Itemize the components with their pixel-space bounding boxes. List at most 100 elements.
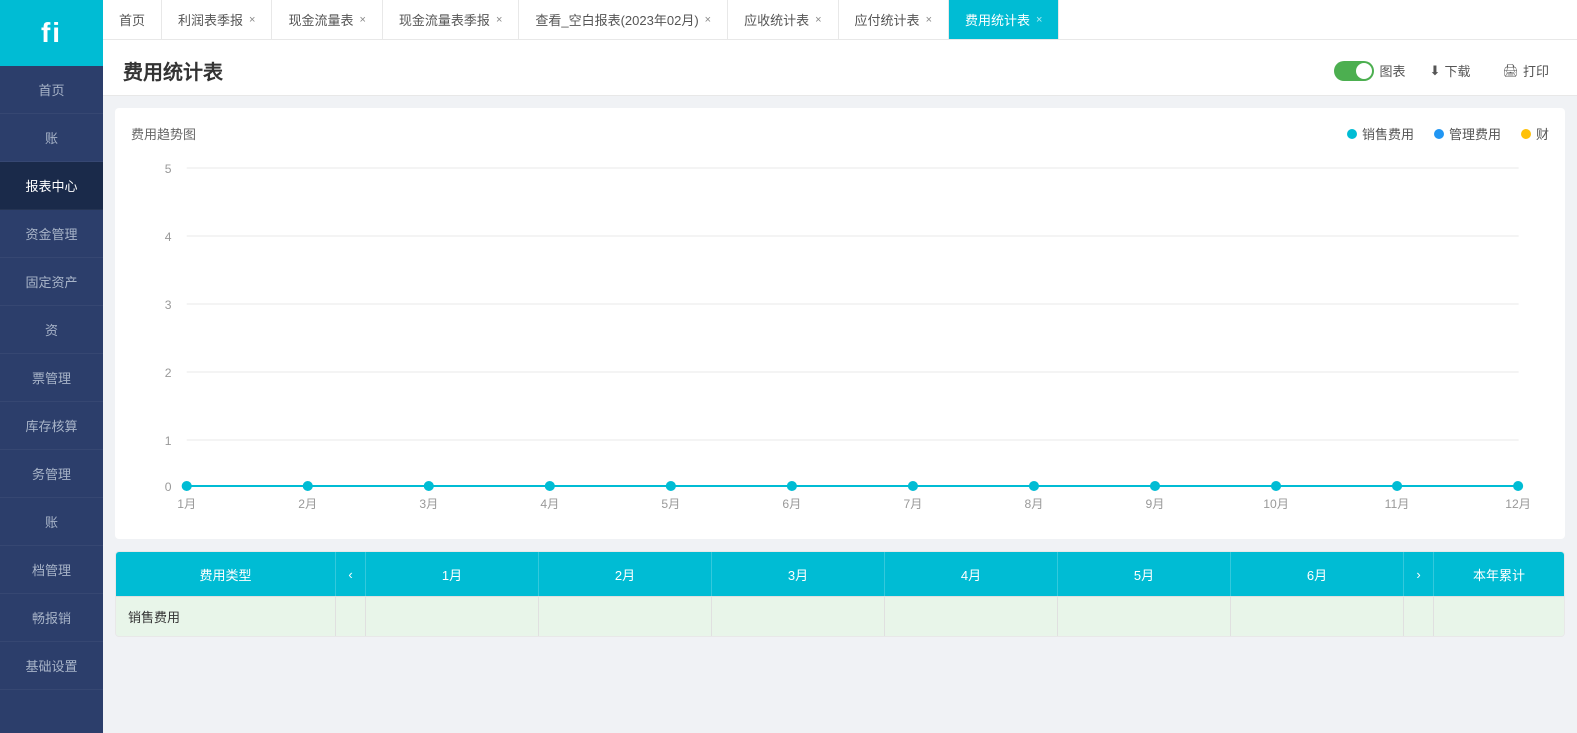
tab-cash-flow-label: 现金流量表 (288, 10, 353, 29)
tab-blank-report[interactable]: 查看_空白报表(2023年02月) × (519, 0, 728, 40)
print-button[interactable]: 🖨 打印 (1494, 57, 1557, 84)
th-total-label: 本年累计 (1473, 565, 1525, 584)
th-month-2: 2月 (539, 552, 712, 596)
chart-toggle-wrap: 图表 (1334, 61, 1406, 81)
tab-profit-q[interactable]: 利润表季报 × (162, 0, 272, 40)
svg-text:8月: 8月 (1025, 497, 1044, 511)
svg-text:5月: 5月 (661, 497, 680, 511)
td-total-0 (1434, 597, 1564, 636)
svg-text:4: 4 (165, 230, 172, 244)
print-label: 打印 (1523, 61, 1549, 80)
svg-text:2: 2 (165, 366, 172, 380)
th-month-1-label: 1月 (442, 565, 462, 584)
sidebar-item-report-center[interactable]: 报表中心 (0, 162, 103, 210)
td-type-0: 销售费用 (116, 597, 336, 636)
th-type: 费用类型 (116, 552, 336, 596)
download-button[interactable]: ⬇ 下载 (1422, 57, 1479, 84)
svg-text:11月: 11月 (1385, 497, 1410, 511)
sidebar-item-inventory[interactable]: 库存核算 (0, 402, 103, 450)
td-type-0-label: 销售费用 (128, 607, 180, 626)
td-month-0-1 (366, 597, 539, 636)
th-month-2-label: 2月 (615, 565, 635, 584)
tab-home-label: 首页 (119, 10, 145, 29)
chart-svg: 5 4 3 2 1 0 (131, 153, 1549, 523)
sidebar-item-account[interactable]: 账 (0, 114, 103, 162)
sidebar-item-invoice-mgmt[interactable]: 票管理 (0, 354, 103, 402)
sidebar-item-fund-mgmt[interactable]: 资金管理 (0, 210, 103, 258)
page-header: 费用统计表 图表 ⬇ 下载 🖨 打印 (103, 40, 1577, 96)
tab-profit-q-label: 利润表季报 (178, 10, 243, 29)
legend-sales-dot (1347, 129, 1357, 139)
sidebar-item-file-mgmt[interactable]: 档管理 (0, 546, 103, 594)
tab-cash-flow-q[interactable]: 现金流量表季报 × (383, 0, 519, 40)
sidebar-item-ledger[interactable]: 账 (0, 498, 103, 546)
tab-cash-flow-close[interactable]: × (359, 14, 365, 26)
legend-sales-label: 销售费用 (1362, 124, 1414, 143)
th-month-6: 6月 (1231, 552, 1404, 596)
print-icon: 🖨 (1502, 63, 1519, 79)
tab-bar: 首页 利润表季报 × 现金流量表 × 现金流量表季报 × 查看_空白报表(202… (103, 0, 1577, 40)
sidebar-item-settings[interactable]: 基础设置 (0, 642, 103, 690)
sidebar-logo: fi (0, 0, 103, 66)
legend-mgmt-label: 管理费用 (1449, 124, 1501, 143)
th-total: 本年累计 (1434, 552, 1564, 596)
tab-receivable-label: 应收统计表 (744, 10, 809, 29)
page-title: 费用统计表 (123, 56, 223, 85)
table-header: 费用类型 ‹ 1月 2月 3月 4月 (116, 552, 1564, 596)
page-area: 费用统计表 图表 ⬇ 下载 🖨 打印 (103, 40, 1577, 733)
tab-cash-flow[interactable]: 现金流量表 × (272, 0, 382, 40)
tab-blank-report-label: 查看_空白报表(2023年02月) (535, 10, 698, 29)
svg-text:1月: 1月 (177, 497, 196, 511)
chart-legend: 销售费用 管理费用 财 (1347, 124, 1549, 143)
tab-payable-close[interactable]: × (926, 14, 932, 26)
tab-blank-report-close[interactable]: × (705, 14, 711, 26)
td-month-0-4 (885, 597, 1058, 636)
legend-mgmt-dot (1434, 129, 1444, 139)
tab-expense-stat-close[interactable]: × (1036, 14, 1042, 26)
sidebar-item-resource[interactable]: 资 (0, 306, 103, 354)
legend-sales: 销售费用 (1347, 124, 1414, 143)
th-month-5: 5月 (1058, 552, 1231, 596)
td-nav-prev-0 (336, 597, 366, 636)
tab-receivable[interactable]: 应收统计表 × (728, 0, 838, 40)
chart-container: 5 4 3 2 1 0 (131, 153, 1549, 523)
tab-cash-flow-q-close[interactable]: × (496, 14, 502, 26)
legend-mgmt: 管理费用 (1434, 124, 1501, 143)
tab-expense-stat[interactable]: 费用统计表 × (949, 0, 1059, 40)
page-actions: 图表 ⬇ 下载 🖨 打印 (1334, 57, 1557, 84)
tab-home[interactable]: 首页 (103, 0, 162, 40)
chart-toggle-label: 图表 (1380, 61, 1406, 80)
main-content: 首页 利润表季报 × 现金流量表 × 现金流量表季报 × 查看_空白报表(202… (103, 0, 1577, 733)
sidebar-item-home[interactable]: 首页 (0, 66, 103, 114)
chart-section: 费用趋势图 销售费用 管理费用 财 (115, 108, 1565, 539)
th-prev[interactable]: ‹ (336, 552, 366, 596)
legend-finance-dot (1521, 129, 1531, 139)
svg-text:0: 0 (165, 480, 172, 494)
tab-payable-label: 应付统计表 (855, 10, 920, 29)
svg-text:6月: 6月 (782, 497, 801, 511)
legend-finance: 财 (1521, 124, 1549, 143)
prev-icon[interactable]: ‹ (348, 567, 352, 582)
sidebar: fi 首页 账 报表中心 资金管理 固定资产 资 票管理 库存核算 务管理 账 … (0, 0, 103, 733)
sidebar-item-expense[interactable]: 畅报销 (0, 594, 103, 642)
chart-header: 费用趋势图 销售费用 管理费用 财 (131, 124, 1549, 143)
tab-profit-q-close[interactable]: × (249, 14, 255, 26)
th-month-1: 1月 (366, 552, 539, 596)
tab-receivable-close[interactable]: × (815, 14, 821, 26)
th-month-4-label: 4月 (961, 565, 981, 584)
sidebar-item-fixed-assets[interactable]: 固定资产 (0, 258, 103, 306)
sidebar-item-service-mgmt[interactable]: 务管理 (0, 450, 103, 498)
table-row: 销售费用 (116, 596, 1564, 636)
td-month-0-3 (712, 597, 885, 636)
download-label: 下载 (1444, 61, 1470, 80)
chart-toggle[interactable] (1334, 61, 1374, 81)
legend-finance-label: 财 (1536, 124, 1549, 143)
svg-text:2月: 2月 (298, 497, 317, 511)
th-month-5-label: 5月 (1134, 565, 1154, 584)
svg-text:3月: 3月 (419, 497, 438, 511)
th-next[interactable]: › (1404, 552, 1434, 596)
download-icon: ⬇ (1430, 63, 1441, 79)
svg-text:4月: 4月 (540, 497, 559, 511)
next-icon[interactable]: › (1416, 567, 1420, 582)
tab-payable[interactable]: 应付统计表 × (839, 0, 949, 40)
